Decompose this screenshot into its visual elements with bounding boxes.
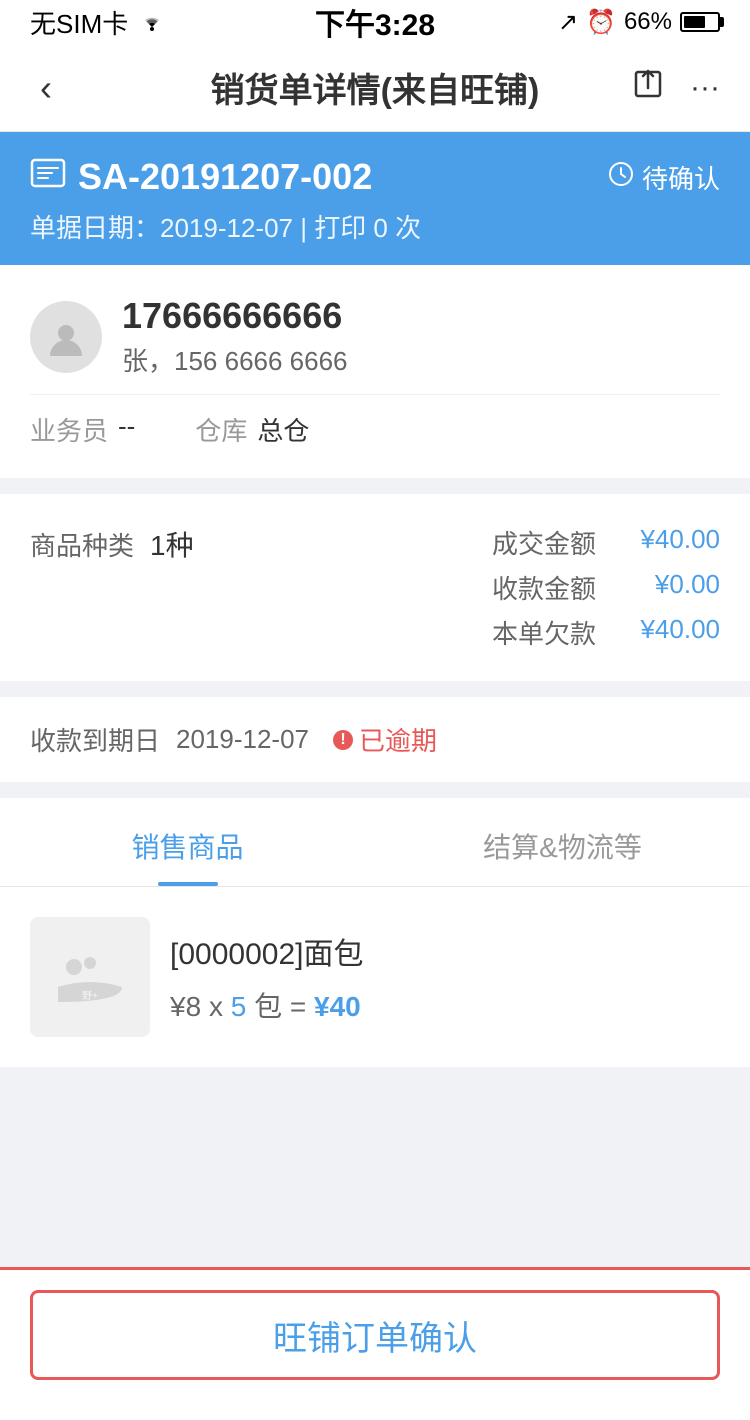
product-name: [0000002]面包 (170, 929, 720, 973)
location-icon: ↗ (558, 8, 578, 37)
svg-text:野+: 野+ (82, 990, 98, 1002)
back-button[interactable]: ‹ (30, 57, 62, 119)
balance-label: 本单欠款 (492, 614, 596, 651)
carrier-label: 无SIM卡 (30, 4, 128, 41)
order-id: SA-20191207-002 (30, 156, 372, 198)
customer-top: 17666666666 张，156 6666 6666 (30, 295, 720, 378)
product-thumbnail: 野+ (30, 917, 150, 1037)
summary-section: 商品种类 1种 成交金额 ¥40.00 收款金额 ¥0.00 本单欠款 ¥40.… (0, 494, 750, 681)
confirm-order-button[interactable]: 旺铺订单确认 (30, 1290, 720, 1380)
status-bar-time: 下午3:28 (315, 0, 435, 44)
balance-value: ¥40.00 (620, 614, 720, 651)
nav-actions: ··· (630, 66, 720, 110)
transaction-value: ¥40.00 (620, 524, 720, 561)
product-type-info: 商品种类 1种 (30, 524, 194, 564)
customer-section: 17666666666 张，156 6666 6666 业务员 -- 仓库 总仓 (0, 265, 750, 478)
battery-label: 66% (624, 8, 672, 36)
empty-area (0, 1067, 750, 1267)
tabs-header: 销售商品 结算&物流等 (0, 798, 750, 887)
tabs-section: 销售商品 结算&物流等 野+ [0000002]面包 ¥8 x 5 包 (0, 798, 750, 1067)
payment-label: 收款金额 (492, 569, 596, 606)
equals-sign: = (290, 991, 314, 1022)
overdue-badge: ! 已逾期 (333, 721, 437, 758)
page-title: 销货单详情(来自旺铺) (211, 63, 540, 112)
overdue-icon: ! (333, 730, 353, 750)
status-bar-left: 无SIM卡 (30, 4, 166, 41)
unit-price: ¥8 (170, 991, 201, 1022)
status-bar-right: ↗ ⏰ 66% (558, 8, 720, 37)
warehouse-item: 仓库 总仓 (195, 411, 309, 448)
share-icon[interactable] (630, 66, 666, 110)
product-unit: 包 (254, 991, 282, 1022)
product-item: 野+ [0000002]面包 ¥8 x 5 包 = ¥40 (30, 917, 720, 1037)
product-info: [0000002]面包 ¥8 x 5 包 = ¥40 (170, 929, 720, 1025)
product-type-label: 商品种类 (30, 526, 134, 563)
overdue-text: 已逾期 (359, 721, 437, 758)
payment-value: ¥0.00 (620, 569, 720, 606)
customer-meta: 业务员 -- 仓库 总仓 (30, 394, 720, 448)
product-type-value: 1种 (150, 524, 194, 564)
customer-name: 张，156 6666 6666 (122, 341, 348, 378)
wifi-icon (138, 7, 166, 38)
salesperson-value: -- (118, 411, 135, 448)
more-icon[interactable]: ··· (690, 71, 720, 105)
customer-phone: 17666666666 (122, 295, 348, 337)
due-date-label: 收款到期日 (30, 721, 160, 758)
due-date-value: 2019-12-07 (176, 724, 309, 755)
customer-details: 17666666666 张，156 6666 6666 (122, 295, 348, 378)
transaction-row: 成交金额 ¥40.00 (492, 524, 720, 561)
status-bar: 无SIM卡 下午3:28 ↗ ⏰ 66% (0, 0, 750, 44)
tab-sales-products[interactable]: 销售商品 (0, 798, 375, 886)
order-status: 待确认 (608, 159, 720, 196)
amount-summary: 成交金额 ¥40.00 收款金额 ¥0.00 本单欠款 ¥40.00 (492, 524, 720, 651)
alarm-icon: ⏰ (586, 8, 616, 37)
tab-settlement[interactable]: 结算&物流等 (375, 798, 750, 886)
battery-icon (680, 12, 720, 32)
confirm-button-wrapper: 旺铺订单确认 (0, 1267, 750, 1420)
order-date: 单据日期：2019-12-07 | 打印 0 次 (30, 208, 720, 245)
warehouse-value: 总仓 (257, 411, 309, 448)
due-date-section: 收款到期日 2019-12-07 ! 已逾期 (0, 697, 750, 782)
payment-row: 收款金额 ¥0.00 (492, 569, 720, 606)
salesperson-item: 业务员 -- (30, 411, 135, 448)
clock-icon (608, 161, 634, 194)
avatar (30, 301, 102, 373)
product-section: 野+ [0000002]面包 ¥8 x 5 包 = ¥40 (0, 887, 750, 1067)
warehouse-label: 仓库 (195, 411, 247, 448)
transaction-label: 成交金额 (492, 524, 596, 561)
status-text: 待确认 (642, 159, 720, 196)
price-separator: x (209, 991, 231, 1022)
balance-row: 本单欠款 ¥40.00 (492, 614, 720, 651)
order-header: SA-20191207-002 待确认 单据日期：2019-12-07 | 打印… (0, 132, 750, 265)
order-icon (30, 158, 66, 196)
product-qty: 5 (231, 991, 247, 1022)
order-header-top: SA-20191207-002 待确认 (30, 156, 720, 198)
product-total: ¥40 (314, 991, 361, 1022)
product-price: ¥8 x 5 包 = ¥40 (170, 985, 720, 1025)
salesperson-label: 业务员 (30, 411, 108, 448)
nav-bar: ‹ 销货单详情(来自旺铺) ··· (0, 44, 750, 132)
order-id-text: SA-20191207-002 (78, 156, 372, 198)
